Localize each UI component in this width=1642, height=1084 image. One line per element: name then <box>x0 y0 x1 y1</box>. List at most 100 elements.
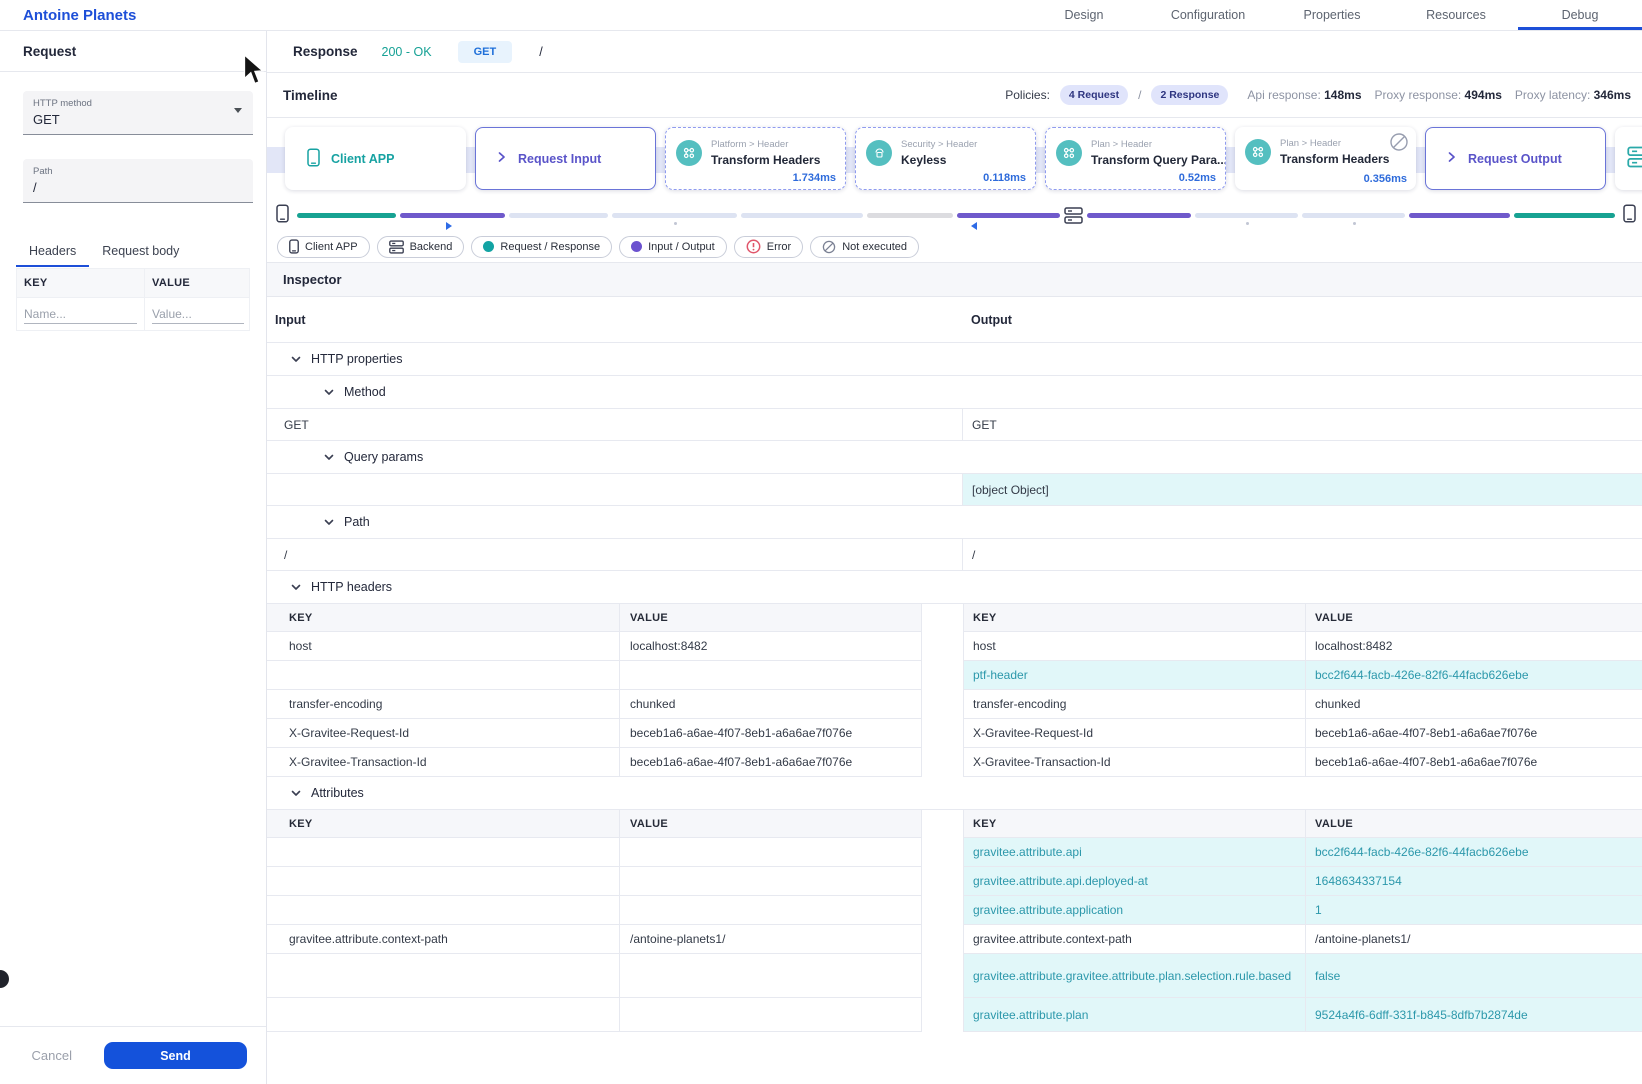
legend-label: Request / Response <box>500 241 600 253</box>
group-label: Path <box>344 515 370 529</box>
chevron-right-icon <box>1446 151 1457 166</box>
timeline-bar-segment <box>509 213 608 218</box>
cancel-button[interactable]: Cancel <box>32 1048 72 1063</box>
inspector-group-http-properties[interactable]: HTTP properties <box>267 343 1642 376</box>
method-badge: GET <box>458 41 513 63</box>
inspector-group-method[interactable]: Method <box>267 376 1642 409</box>
inspector-title: Inspector <box>283 272 342 287</box>
column-header: VALUE <box>620 604 922 632</box>
tab-request-body[interactable]: Request body <box>89 235 192 267</box>
metric-value: 346ms <box>1594 88 1631 102</box>
input-value-cell: localhost:8482 <box>620 632 922 661</box>
header-value-input[interactable] <box>152 305 244 324</box>
client-app-icon <box>1623 204 1636 226</box>
input-key-cell <box>267 867 620 896</box>
legend-label: Not executed <box>842 241 907 253</box>
output-key-cell: ptf-header <box>963 661 1306 690</box>
inspector-group-query-params[interactable]: Query params <box>267 441 1642 474</box>
column-header: KEY <box>267 810 620 838</box>
output-key-cell: X-Gravitee-Transaction-Id <box>963 748 1306 777</box>
policy-duration: 0.356ms <box>1364 173 1407 185</box>
timeline-bar-segment <box>1195 213 1298 218</box>
timeline-card-request-input[interactable]: Request Input <box>475 127 656 190</box>
timeline-card-client-app[interactable]: Client APP <box>285 127 466 190</box>
response-path: / <box>539 45 542 59</box>
send-button[interactable]: Send <box>104 1042 247 1069</box>
legend-chip-input-output: Input / Output <box>619 236 727 258</box>
nav-tab-properties[interactable]: Properties <box>1270 0 1394 30</box>
timeline-card-policy-transform-headers[interactable]: Plan > HeaderTransform Headers0.356ms <box>1235 127 1416 190</box>
timeline-card-policy-transform-headers[interactable]: Platform > HeaderTransform Headers1.734m… <box>665 127 846 190</box>
inspector-table-row: transfer-encodingchunkedtransfer-encodin… <box>267 690 1642 719</box>
input-value-cell: GET <box>267 409 963 440</box>
input-value-cell: chunked <box>620 690 922 719</box>
backend-icon <box>1064 207 1083 224</box>
inspector-value-row: // <box>267 539 1642 571</box>
input-value-cell: / <box>267 539 963 570</box>
policy-name: Keyless <box>901 153 1035 167</box>
timeline-bar-segment <box>297 213 396 218</box>
header-name-input[interactable] <box>24 305 137 324</box>
timeline-card-backend[interactable] <box>1615 127 1642 190</box>
output-value-cell: 1648634337154 <box>1306 867 1642 896</box>
tab-headers[interactable]: Headers <box>16 235 89 267</box>
column-header: KEY <box>267 604 620 632</box>
policy-duration: 0.52ms <box>1179 172 1216 184</box>
timeline-card-policy-transform-query-para[interactable]: Plan > Header Transform Query Para... 0.52… <box>1045 127 1226 190</box>
chevron-down-icon <box>290 581 302 593</box>
column-gap <box>922 661 963 690</box>
legend-label: Backend <box>410 241 453 253</box>
inspector-group-http-headers[interactable]: HTTP headers <box>267 571 1642 604</box>
timeline-card-policy-keyless[interactable]: Security > HeaderKeyless0.118ms <box>855 127 1036 190</box>
column-gap <box>922 925 963 954</box>
response-policies-badge: 2 Response <box>1151 85 1228 105</box>
inspector-table-row: gravitee.attribute.context-path/antoine-… <box>267 925 1642 954</box>
tick-dot <box>674 222 677 225</box>
inspector-group-path[interactable]: Path <box>267 506 1642 539</box>
playhead-marker <box>446 222 452 230</box>
chevron-down-icon <box>290 787 302 799</box>
metric-label: Proxy latency: <box>1515 88 1594 102</box>
timeline-bar-segment <box>741 213 864 218</box>
nav-tab-design[interactable]: Design <box>1022 0 1146 30</box>
http-method-select[interactable]: HTTP method GET <box>23 91 253 135</box>
policy-name: Transform Query Para... <box>1091 153 1225 167</box>
legend-chip-backend: Backend <box>377 236 465 258</box>
request-panel-title: Request <box>0 31 266 72</box>
policy-scope: Security > Header <box>901 139 1035 150</box>
http-method-label: HTTP method <box>33 98 243 109</box>
policy-duration: 1.734ms <box>793 172 836 184</box>
playhead-marker <box>971 222 977 230</box>
api-title: Antoine Planets <box>0 7 136 24</box>
group-label: Attributes <box>311 786 364 800</box>
timeline-cards: Client APPRequest InputPlatform > Header… <box>267 118 1642 199</box>
nav-tab-configuration[interactable]: Configuration <box>1146 0 1270 30</box>
timeline-metrics: Api response: 148msProxy response: 494ms… <box>1247 88 1631 102</box>
input-key-cell: gravitee.attribute.context-path <box>267 925 620 954</box>
chevron-down-icon <box>323 451 335 463</box>
policy-scope: Plan > Header <box>1091 139 1225 150</box>
output-value-cell: / <box>963 539 1642 570</box>
legend-label: Input / Output <box>648 241 715 253</box>
timeline-bar-segment <box>1409 213 1510 218</box>
inspector-table-row: gravitee.attribute.gravitee.attribute.pl… <box>267 954 1642 998</box>
timeline-summary: Policies: 4 Request / 2 Response Api res… <box>1005 85 1631 105</box>
group-label: HTTP properties <box>311 352 402 366</box>
output-key-cell: gravitee.attribute.plan <box>963 998 1306 1032</box>
path-label: Path <box>33 166 243 177</box>
request-form: HTTP method GET Path / <box>0 72 266 227</box>
nav-tab-debug[interactable]: Debug <box>1518 0 1642 30</box>
output-value-cell: bcc2f644-facb-426e-82f6-44facb626ebe <box>1306 661 1642 690</box>
input-output-dot-icon <box>631 241 642 252</box>
path-input[interactable]: Path / <box>23 159 253 203</box>
inspector-header: Inspector <box>267 262 1642 297</box>
timeline-legend: Client APPBackendRequest / ResponseInput… <box>267 231 1642 262</box>
nav-tab-resources[interactable]: Resources <box>1394 0 1518 30</box>
response-bar: Response 200 - OK GET / <box>267 31 1642 73</box>
badge-separator: / <box>1138 88 1141 102</box>
inspector-table-row: gravitee.attribute.apibcc2f644-facb-426e… <box>267 838 1642 867</box>
inspector-group-attributes[interactable]: Attributes <box>267 777 1642 810</box>
transform-query-para-policy-icon <box>1056 140 1082 166</box>
metric-value: 148ms <box>1324 88 1361 102</box>
timeline-card-request-output[interactable]: Request Output <box>1425 127 1606 190</box>
